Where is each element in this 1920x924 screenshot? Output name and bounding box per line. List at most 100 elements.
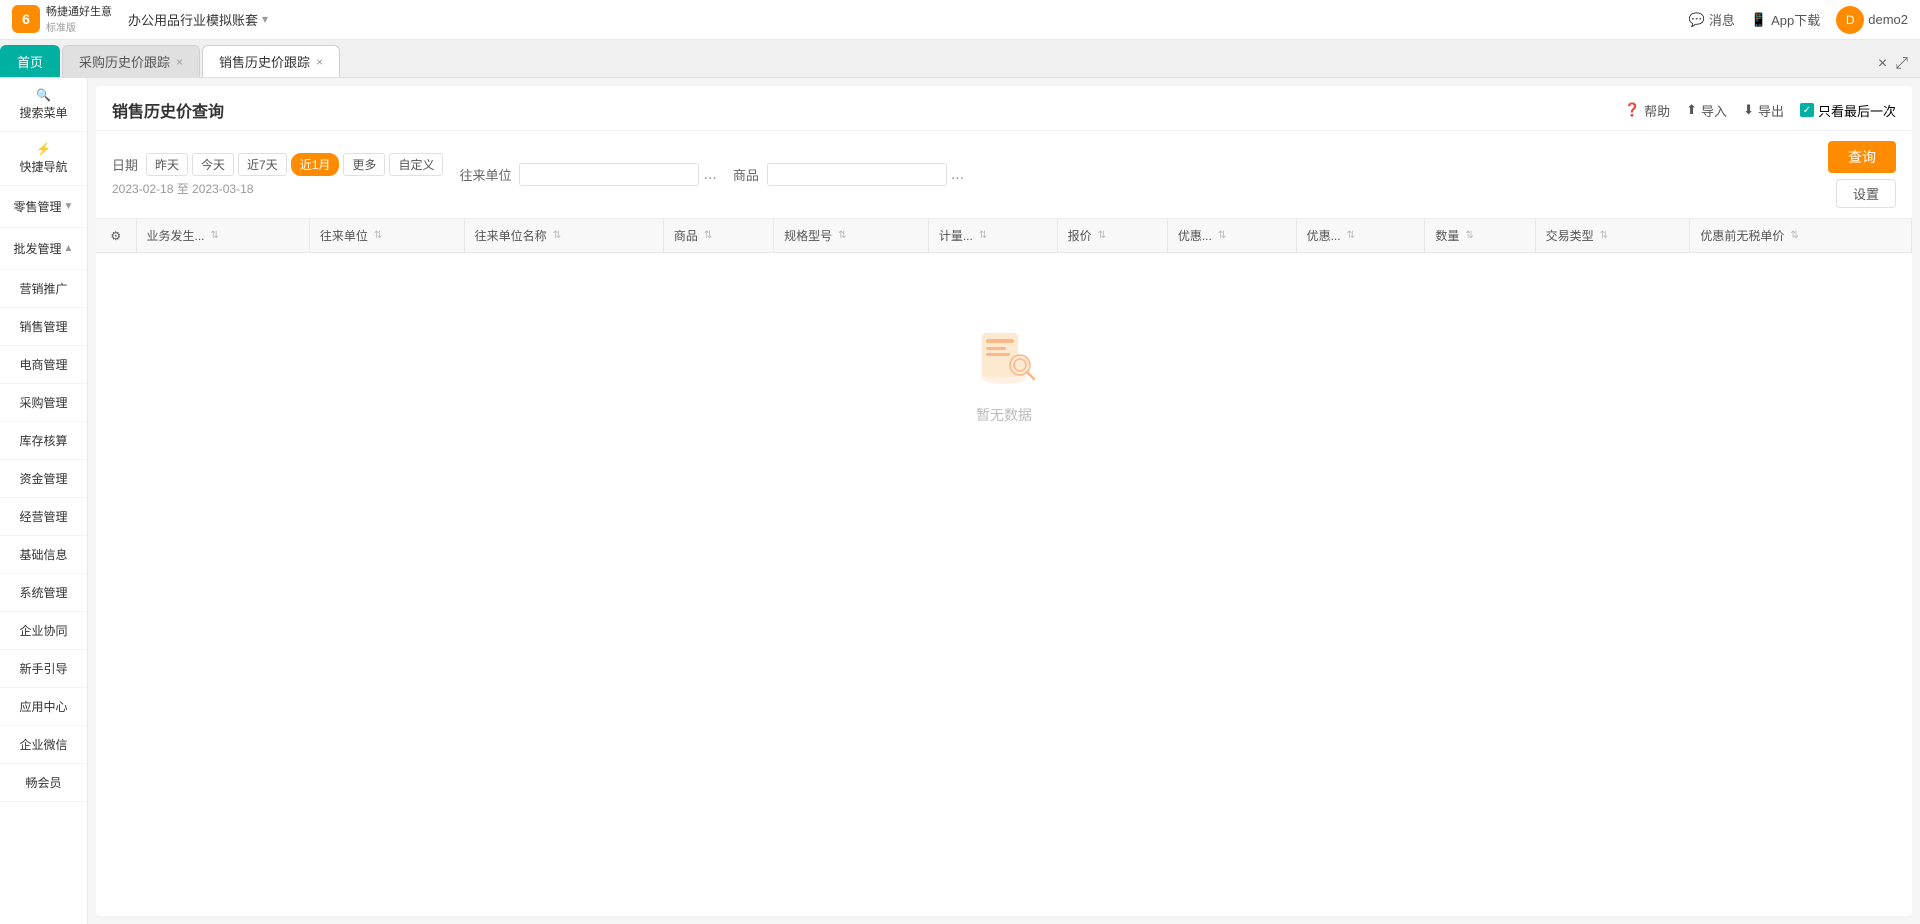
sidebar-item-enterprise[interactable]: 企业协同 (0, 612, 87, 650)
sidebar-item-marketing-label: 营销推广 (19, 280, 67, 297)
partner-input[interactable] (519, 163, 699, 186)
table-col-quote[interactable]: 报价 ⇅ (1057, 219, 1167, 253)
partner-label: 往来单位 (459, 165, 511, 184)
table-col-spec[interactable]: 规格型号 ⇅ (774, 219, 929, 253)
sidebar-item-ecommerce[interactable]: 电商管理 (0, 346, 87, 384)
sidebar-item-sales-mgmt[interactable]: 销售管理 (0, 308, 87, 346)
table-col-discount2[interactable]: 优惠... ⇅ (1296, 219, 1425, 253)
sidebar-item-wechat[interactable]: 企业微信 (0, 726, 87, 764)
help-action[interactable]: ❓ 帮助 (1624, 101, 1670, 120)
sidebar-item-retail[interactable]: 零售管理 ▼ (0, 186, 87, 228)
tab-purchase[interactable]: 采购历史价跟踪 × (62, 45, 200, 77)
only-last-label: 只看最后一次 (1818, 101, 1896, 120)
sidebar-item-base-info[interactable]: 基础信息 (0, 536, 87, 574)
page-header-actions: ❓ 帮助 ⬆ 导入 ⬇ 导出 ✓ 只看最后一次 (1624, 101, 1896, 120)
tab-sales-label: 销售历史价跟踪 (219, 52, 310, 71)
date-btn-1month[interactable]: 近1月 (291, 153, 340, 176)
gear-icon: ⚙ (110, 229, 121, 243)
query-button[interactable]: 查询 (1828, 141, 1896, 173)
table-col-product[interactable]: 商品 ⇅ (663, 219, 773, 253)
product-filter-group: 商品 ... (733, 163, 964, 186)
app-download-label: App下载 (1771, 10, 1820, 29)
sidebar-item-wholesale[interactable]: 批发管理 ▲ (0, 228, 87, 270)
sort-icon: ⇅ (1790, 230, 1798, 241)
sort-icon: ⇅ (1218, 230, 1226, 241)
sidebar-item-guide[interactable]: 新手引导 (0, 650, 87, 688)
sidebar-item-inventory[interactable]: 库存核算 (0, 422, 87, 460)
settings-button[interactable]: 设置 (1836, 179, 1896, 208)
date-btn-7days[interactable]: 近7天 (238, 153, 287, 176)
date-btn-more[interactable]: 更多 (343, 153, 385, 176)
sidebar-item-app-center-label: 应用中心 (19, 698, 67, 715)
table-col-partner-name[interactable]: 往来单位名称 ⇅ (464, 219, 663, 253)
date-btn-custom[interactable]: 自定义 (389, 153, 443, 176)
logo-area: 6 畅捷通好生意 标准版 (12, 5, 112, 34)
close-all-tabs-button[interactable]: × (1878, 55, 1887, 73)
sidebar: 🔍 搜索菜单 ⚡ 快捷导航 零售管理 ▼ 批发管理 ▲ 营销推广 销售管理 电商… (0, 78, 88, 924)
table-col-partner-code[interactable]: 往来单位 ⇅ (309, 219, 464, 253)
date-filter-group: 日期 昨天 今天 近7天 近1月 更多 自定义 2023-02-18 至 202… (112, 153, 443, 197)
only-last-checkbox-area[interactable]: ✓ 只看最后一次 (1800, 101, 1896, 120)
phone-icon: 📱 (1751, 12, 1767, 28)
sidebar-item-system[interactable]: 系统管理 (0, 574, 87, 612)
sidebar-item-marketing[interactable]: 营销推广 (0, 270, 87, 308)
table-col-gear[interactable]: ⚙ (96, 219, 136, 253)
data-table: ⚙ 业务发生... ⇅ 往来单位 (96, 219, 1912, 253)
nav-icon: ⚡ (36, 142, 51, 156)
top-bar-left: 6 畅捷通好生意 标准版 办公用品行业模拟账套 ▾ (12, 5, 268, 34)
app-download-action[interactable]: 📱 App下载 (1751, 10, 1820, 29)
sidebar-item-inventory-label: 库存核算 (19, 432, 67, 449)
empty-text: 暂无数据 (976, 405, 1032, 425)
sort-icon: ⇅ (1347, 230, 1355, 241)
tab-bar: 首页 采购历史价跟踪 × 销售历史价跟踪 × × ⤢ (0, 40, 1920, 78)
export-label: 导出 (1758, 101, 1784, 120)
help-label: 帮助 (1644, 101, 1670, 120)
page-header: 销售历史价查询 ❓ 帮助 ⬆ 导入 ⬇ 导出 ✓ (96, 86, 1912, 131)
table-col-trade-type[interactable]: 交易类型 ⇅ (1535, 219, 1690, 253)
empty-icon (964, 313, 1044, 393)
sidebar-item-wechat-label: 企业微信 (19, 736, 67, 753)
sidebar-item-finance[interactable]: 资金管理 (0, 460, 87, 498)
chevron-down-icon[interactable]: ▾ (262, 12, 268, 26)
table-col-unit[interactable]: 计量... ⇅ (928, 219, 1057, 253)
search-icon: 🔍 (36, 88, 51, 102)
table-col-quantity[interactable]: 数量 ⇅ (1425, 219, 1535, 253)
user-area[interactable]: D demo2 (1836, 6, 1908, 34)
sidebar-item-operations[interactable]: 经营管理 (0, 498, 87, 536)
message-action[interactable]: 💬 消息 (1689, 10, 1735, 29)
tab-home[interactable]: 首页 (0, 45, 60, 77)
partner-select-button[interactable]: ... (703, 166, 716, 184)
sort-icon: ⇅ (211, 230, 219, 241)
sidebar-item-app-center[interactable]: 应用中心 (0, 688, 87, 726)
sidebar-item-search-menu[interactable]: 🔍 搜索菜单 (0, 78, 87, 132)
date-btn-yesterday[interactable]: 昨天 (146, 153, 188, 176)
sidebar-item-sales-mgmt-label: 销售管理 (19, 318, 67, 335)
tab-purchase-label: 采购历史价跟踪 (79, 52, 170, 71)
export-action[interactable]: ⬇ 导出 (1743, 101, 1784, 120)
only-last-checkbox[interactable]: ✓ (1800, 103, 1814, 117)
table-col-biz-date[interactable]: 业务发生... ⇅ (136, 219, 309, 253)
sidebar-item-enterprise-label: 企业协同 (19, 622, 67, 639)
product-label: 商品 (733, 165, 759, 184)
sidebar-item-quick-nav-label: 快捷导航 (19, 158, 67, 175)
table-col-discount1[interactable]: 优惠... ⇅ (1167, 219, 1296, 253)
date-buttons: 昨天 今天 近7天 近1月 更多 自定义 (146, 153, 443, 176)
product-select-button[interactable]: ... (951, 166, 964, 184)
sidebar-item-purchase-mgmt[interactable]: 采购管理 (0, 384, 87, 422)
product-input[interactable] (767, 163, 947, 186)
avatar: D (1836, 6, 1864, 34)
fullscreen-button[interactable]: ⤢ (1895, 55, 1908, 73)
tab-purchase-close[interactable]: × (176, 55, 183, 69)
message-label: 消息 (1709, 10, 1735, 29)
import-action[interactable]: ⬆ 导入 (1686, 101, 1727, 120)
date-btn-today[interactable]: 今天 (192, 153, 234, 176)
tab-sales[interactable]: 销售历史价跟踪 × (202, 45, 340, 77)
table-col-no-tax-price[interactable]: 优惠前无税单价 ⇅ (1690, 219, 1912, 253)
sidebar-item-quick-nav[interactable]: ⚡ 快捷导航 (0, 132, 87, 186)
tab-sales-close[interactable]: × (316, 55, 323, 69)
table-header: ⚙ 业务发生... ⇅ 往来单位 (96, 219, 1912, 253)
sidebar-item-member[interactable]: 畅会员 (0, 764, 87, 802)
partner-input-area: ... (519, 163, 716, 186)
chevron-up-icon: ▲ (64, 243, 74, 254)
sidebar-item-search-menu-label: 搜索菜单 (19, 104, 67, 121)
